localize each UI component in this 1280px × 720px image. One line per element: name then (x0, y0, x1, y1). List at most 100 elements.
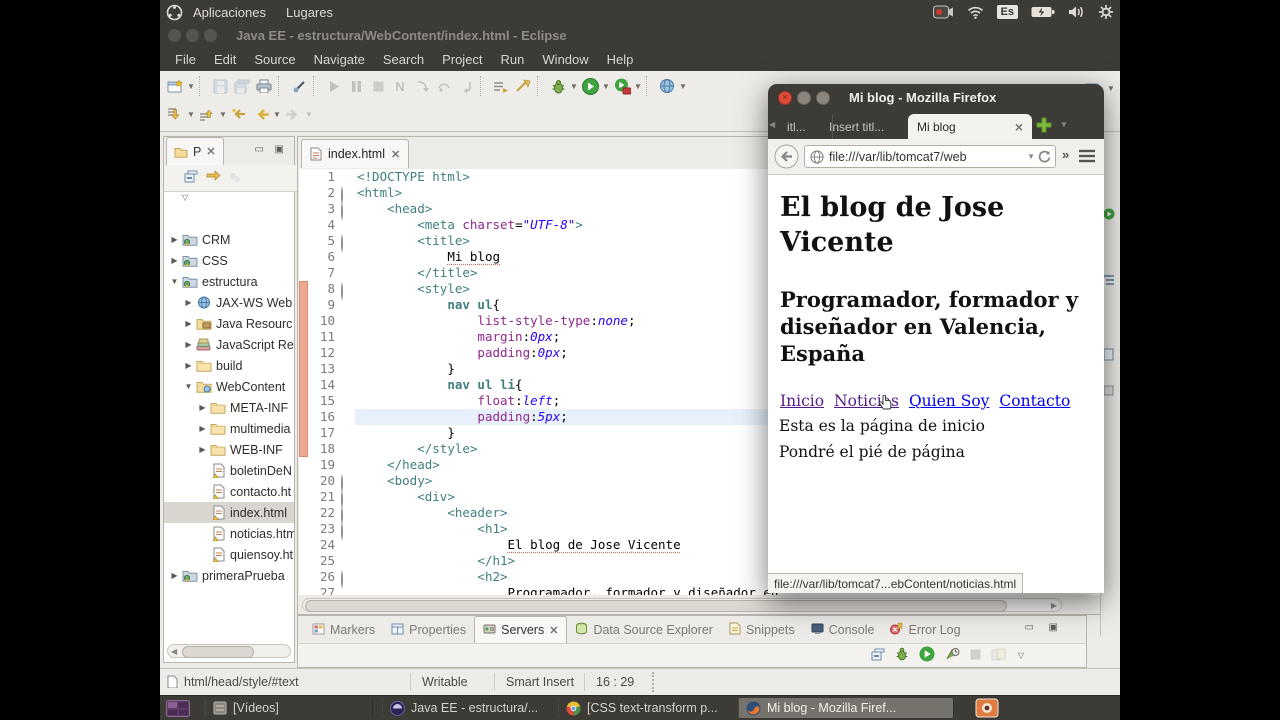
focus-icon[interactable] (229, 171, 241, 186)
eclipse-menu-project[interactable]: Project (433, 47, 491, 71)
tree-collapsed-arrow-icon[interactable]: ▶ (182, 298, 195, 307)
keyboard-layout-indicator[interactable]: Es (996, 5, 1018, 19)
blog-link-quien-soy[interactable]: Quien Soy (909, 392, 989, 410)
servers-start-icon[interactable] (919, 646, 935, 665)
back-icon[interactable] (250, 103, 272, 125)
taskbar-item--css-text-transform-p-[interactable]: [CSS text-transform p... (558, 698, 750, 718)
tree-collapsed-arrow-icon[interactable]: ▶ (182, 319, 195, 328)
tree-item-estructura[interactable]: ▼ estructura (164, 271, 294, 292)
fold-collapse-icon[interactable] (341, 235, 353, 252)
servers-start-profiling-icon[interactable] (945, 647, 960, 664)
blog-link-inicio[interactable]: Inicio (780, 392, 824, 410)
eclipse-menu-window[interactable]: Window (533, 47, 597, 71)
reload-icon[interactable] (1038, 150, 1051, 163)
save-icon[interactable] (209, 75, 231, 97)
new-tab-icon[interactable] (1034, 115, 1054, 138)
eclipse-menu-source[interactable]: Source (245, 47, 304, 71)
tree-item-multimedia[interactable]: ▶ multimedia (164, 418, 294, 439)
collapse-all-icon[interactable] (184, 170, 198, 186)
resume-icon[interactable] (323, 75, 345, 97)
tab-scroll-left-icon[interactable]: ◀ (769, 120, 775, 129)
bottom-maximize-icon[interactable]: ▣ (1049, 622, 1060, 633)
tree-expanded-arrow-icon[interactable]: ▼ (182, 382, 195, 391)
minimized-view-run-icon[interactable] (1103, 208, 1115, 223)
bottom-tab-error-log[interactable]: Error Log (882, 617, 968, 643)
disconnect-icon[interactable]: N (389, 75, 411, 97)
tree-item-contacto-ht[interactable]: contacto.ht (164, 481, 294, 502)
tree-item-meta-inf[interactable]: ▶ META-INF (164, 397, 294, 418)
servers-collapse-all-icon[interactable] (871, 648, 885, 664)
browser-back-icon[interactable] (774, 144, 799, 172)
save-all-icon[interactable] (231, 75, 253, 97)
eclipse-menu-navigate[interactable]: Navigate (305, 47, 374, 71)
blog-link-contacto[interactable]: Contacto (999, 392, 1070, 410)
tree-item-webcontent[interactable]: ▼ WebContent (164, 376, 294, 397)
eclipse-titlebar[interactable]: Java EE - estructura/WebContent/index.ht… (160, 24, 1120, 47)
eclipse-close-button[interactable] (168, 29, 181, 42)
tree-collapsed-arrow-icon[interactable]: ▶ (168, 256, 181, 265)
taskbar-item-java-ee-estructura-[interactable]: Java EE - estructura/... (382, 698, 570, 718)
list-all-tabs-icon[interactable]: ▼ (1060, 120, 1068, 129)
tree-item-web-inf[interactable]: ▶ WEB-INF (164, 439, 294, 460)
tree-item-crm[interactable]: ▶ CRM (164, 229, 294, 250)
back-dropdown[interactable]: ▼ (272, 110, 282, 119)
run-dropdown[interactable]: ▼ (601, 82, 611, 91)
forward-icon[interactable] (282, 103, 304, 125)
tree-item-css[interactable]: ▶ CSS (164, 250, 294, 271)
bottom-tab-close-icon[interactable]: ✕ (549, 624, 558, 637)
search-toolbar-icon[interactable] (512, 75, 534, 97)
eclipse-maximize-button[interactable] (204, 29, 217, 42)
tree-item-java-resourc[interactable]: ▶ Java Resourc (164, 313, 294, 334)
bottom-tab-snippets[interactable]: Snippets (721, 617, 803, 643)
fold-collapse-icon[interactable] (341, 571, 353, 588)
wifi-icon[interactable] (967, 6, 984, 19)
servers-stop-icon[interactable] (970, 648, 981, 663)
firefox-titlebar[interactable]: × Mi blog - Mozilla Firefox (768, 84, 1104, 111)
mark-occurrences-icon[interactable] (288, 75, 310, 97)
menu-lugares[interactable]: Lugares (276, 0, 343, 24)
firefox-close-button[interactable]: × (778, 90, 792, 105)
view-menu-icon[interactable]: ▽ (182, 193, 188, 202)
tree-item-primeraprueba[interactable]: ▶ primeraPrueba (164, 565, 294, 586)
minimized-view-doc-icon[interactable] (1103, 348, 1114, 364)
tree-collapsed-arrow-icon[interactable]: ▶ (196, 403, 209, 412)
eclipse-menu-edit[interactable]: Edit (205, 47, 245, 71)
bottom-tab-console[interactable]: Console (803, 617, 883, 643)
web-browser-icon[interactable] (656, 75, 678, 97)
last-edit-location-icon[interactable] (228, 103, 250, 125)
fold-collapse-icon[interactable] (341, 187, 353, 204)
firefox-minimize-button[interactable] (797, 90, 811, 105)
battery-icon[interactable] (1031, 6, 1055, 18)
debug-icon[interactable] (547, 75, 569, 97)
tree-item-noticias-htm[interactable]: noticias.htm (164, 523, 294, 544)
tree-collapsed-arrow-icon[interactable]: ▶ (196, 424, 209, 433)
firefox-tab-close-icon[interactable]: × (1015, 119, 1023, 135)
debug-dropdown[interactable]: ▼ (569, 82, 579, 91)
project-explorer-tab[interactable]: P ✕ (166, 137, 224, 166)
external-tools-dropdown[interactable]: ▼ (633, 82, 643, 91)
fold-collapse-icon[interactable] (341, 475, 353, 492)
tree-collapsed-arrow-icon[interactable]: ▶ (182, 340, 195, 349)
bottom-tab-servers[interactable]: Servers ✕ (474, 616, 568, 643)
volume-icon[interactable] (1068, 5, 1085, 19)
firefox-tab-mi-blog[interactable]: Mi blog × (908, 114, 1032, 139)
minimized-view-outline-icon[interactable] (1103, 274, 1115, 289)
fold-collapse-icon[interactable] (341, 203, 353, 220)
step-into-icon[interactable] (411, 75, 433, 97)
hamburger-menu-icon[interactable] (1078, 149, 1096, 166)
eclipse-menu-help[interactable]: Help (598, 47, 643, 71)
next-annotation-icon[interactable] (164, 103, 186, 125)
tree-collapsed-arrow-icon[interactable]: ▶ (182, 361, 195, 370)
fold-collapse-icon[interactable] (341, 283, 353, 300)
fold-collapse-icon[interactable] (341, 523, 353, 540)
maximize-view-icon[interactable]: ▣ (275, 144, 286, 155)
address-bar[interactable]: file:///var/lib/tomcat7/web ▼ (804, 145, 1056, 168)
url-dropdown-icon[interactable]: ▼ (1027, 152, 1035, 161)
link-with-editor-icon[interactable] (206, 170, 221, 186)
eclipse-menu-file[interactable]: File (166, 47, 205, 71)
print-icon[interactable] (253, 75, 275, 97)
tree-expanded-arrow-icon[interactable]: ▼ (168, 277, 181, 286)
step-over-icon[interactable] (433, 75, 455, 97)
previous-annotation-dropdown[interactable]: ▼ (218, 110, 228, 119)
editor-tab-index-html[interactable]: index.html ✕ (301, 139, 410, 168)
